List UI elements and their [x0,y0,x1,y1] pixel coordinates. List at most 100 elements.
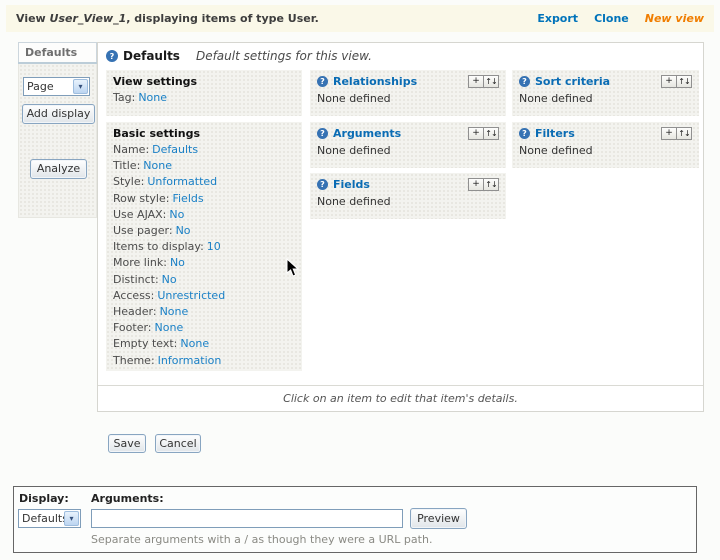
filters-title-link[interactable]: Filters [535,127,575,140]
setting-row: Use pager: No [113,223,295,239]
arguments-box: ? Arguments + ↑↓ None defined [310,122,506,168]
setting-row: Header: None [113,304,295,320]
add-icon[interactable]: + [468,178,484,191]
setting-label: Use AJAX: [113,207,167,221]
setting-value-link[interactable]: None [143,159,172,172]
basic-settings-box: Basic settings Name: Defaults Title: None … [106,122,302,371]
panel-title: Defaults [123,49,180,63]
setting-label: More link: [113,256,167,270]
display-settings-panel: ? Defaults Default settings for this vie… [97,42,704,412]
new-view-link[interactable]: New view [645,12,704,25]
display-type-value: Page [27,80,54,93]
relationships-title-link[interactable]: Relationships [333,75,417,88]
setting-value-link[interactable]: No [169,208,184,221]
arguments-input[interactable] [91,509,403,528]
sort-criteria-title-link[interactable]: Sort criteria [535,75,610,88]
setting-value-link[interactable]: No [176,224,191,237]
view-title: View User_View_1, displaying items of ty… [16,12,521,25]
view-settings-title: View settings [113,75,198,88]
setting-value-link[interactable]: No [162,273,177,286]
setting-value-link[interactable]: None [180,337,209,350]
display-controls: Page ▾ Add display Analyze [18,64,97,218]
help-icon[interactable]: ? [106,50,118,62]
arguments-help-text: Separate arguments with a / as though th… [91,533,433,546]
preview-display-select[interactable]: Defaults ▾ [18,509,81,528]
setting-value-link[interactable]: None [138,91,167,104]
relationships-box: ? Relationships + ↑↓ None defined [310,70,506,116]
setting-value-link[interactable]: Unformatted [147,175,217,188]
setting-label: Header: [113,305,157,319]
setting-label: Tag: [113,91,136,104]
views-ui-page: View User_View_1, displaying items of ty… [0,0,720,560]
help-icon[interactable]: ? [519,76,530,87]
setting-row: Title: None [113,158,295,174]
setting-label: Row style: [113,191,170,205]
analyze-button[interactable]: Analyze [30,159,87,179]
rearrange-icon[interactable]: ↑↓ [676,127,692,140]
help-icon[interactable]: ? [317,128,328,139]
empty-text: None defined [317,195,391,208]
help-icon[interactable]: ? [317,76,328,87]
tab-defaults[interactable]: Defaults [18,42,97,62]
sort-criteria-box: ? Sort criteria + ↑↓ None defined [512,70,699,116]
add-icon[interactable]: + [661,75,677,88]
add-icon[interactable]: + [468,75,484,88]
view-name: User_View_1 [49,12,127,25]
rearrange-icon[interactable]: ↑↓ [676,75,692,88]
help-icon[interactable]: ? [519,128,530,139]
setting-row: Use AJAX: No [113,207,295,223]
setting-label: Theme: [113,353,155,367]
add-display-button[interactable]: Add display [22,104,95,124]
arguments-label: Arguments: [91,492,164,505]
empty-text: None defined [519,144,593,157]
setting-row: Name: Defaults [113,142,295,158]
setting-value-link[interactable]: Defaults [152,143,198,156]
preview-display-value: Defaults [22,512,64,525]
view-title-suffix: , displaying items of type User. [126,12,319,25]
setting-row: More link: No [113,255,295,271]
display-sidebar: Defaults Page ▾ Add display Analyze [18,42,97,218]
setting-label: Use pager: [113,224,173,238]
setting-row: Footer: None [113,320,295,336]
fields-box: ? Fields + ↑↓ None defined [310,173,506,219]
rearrange-icon[interactable]: ↑↓ [483,75,499,88]
setting-row: Distinct: No [113,272,295,288]
arguments-title-link[interactable]: Arguments [333,127,401,140]
fields-title-link[interactable]: Fields [333,178,370,191]
rearrange-icon[interactable]: ↑↓ [483,127,499,140]
panel-footer-hint: Click on an item to edit that item's det… [98,385,703,411]
filters-box: ? Filters + ↑↓ None defined [512,122,699,168]
setting-label: Access: [113,288,155,302]
setting-value-link[interactable]: Unrestricted [157,289,225,302]
setting-value-link[interactable]: Information [158,354,222,367]
view-message-bar: View User_View_1, displaying items of ty… [6,5,714,32]
setting-row: Empty text: None [113,336,295,352]
setting-value-link[interactable]: None [155,321,184,334]
cancel-button[interactable]: Cancel [155,434,201,453]
setting-row: Style: Unformatted [113,174,295,190]
setting-value-link[interactable]: None [160,305,189,318]
display-type-select[interactable]: Page ▾ [23,77,90,96]
live-preview-panel: Display: Arguments: Defaults ▾ Preview S… [13,486,697,553]
add-icon[interactable]: + [661,127,677,140]
setting-label: Name: [113,143,150,156]
empty-text: None defined [519,92,593,105]
panel-subtitle: Default settings for this view. [195,49,372,63]
setting-value-link[interactable]: Fields [172,192,203,205]
clone-link[interactable]: Clone [594,12,629,25]
add-icon[interactable]: + [468,127,484,140]
view-settings-box: View settings Tag: None [106,70,302,116]
export-link[interactable]: Export [537,12,578,25]
setting-label: Footer: [113,321,152,335]
rearrange-icon[interactable]: ↑↓ [483,178,499,191]
setting-value-link[interactable]: 10 [207,240,221,253]
setting-label: Style: [113,175,145,189]
help-icon[interactable]: ? [317,179,328,190]
preview-button[interactable]: Preview [410,508,467,529]
view-title-prefix: View [16,12,50,25]
save-button[interactable]: Save [108,434,146,453]
panel-header: ? Defaults Default settings for this vie… [106,49,372,63]
setting-row: Theme: Information [113,353,295,369]
empty-text: None defined [317,144,391,157]
setting-value-link[interactable]: No [170,256,185,269]
